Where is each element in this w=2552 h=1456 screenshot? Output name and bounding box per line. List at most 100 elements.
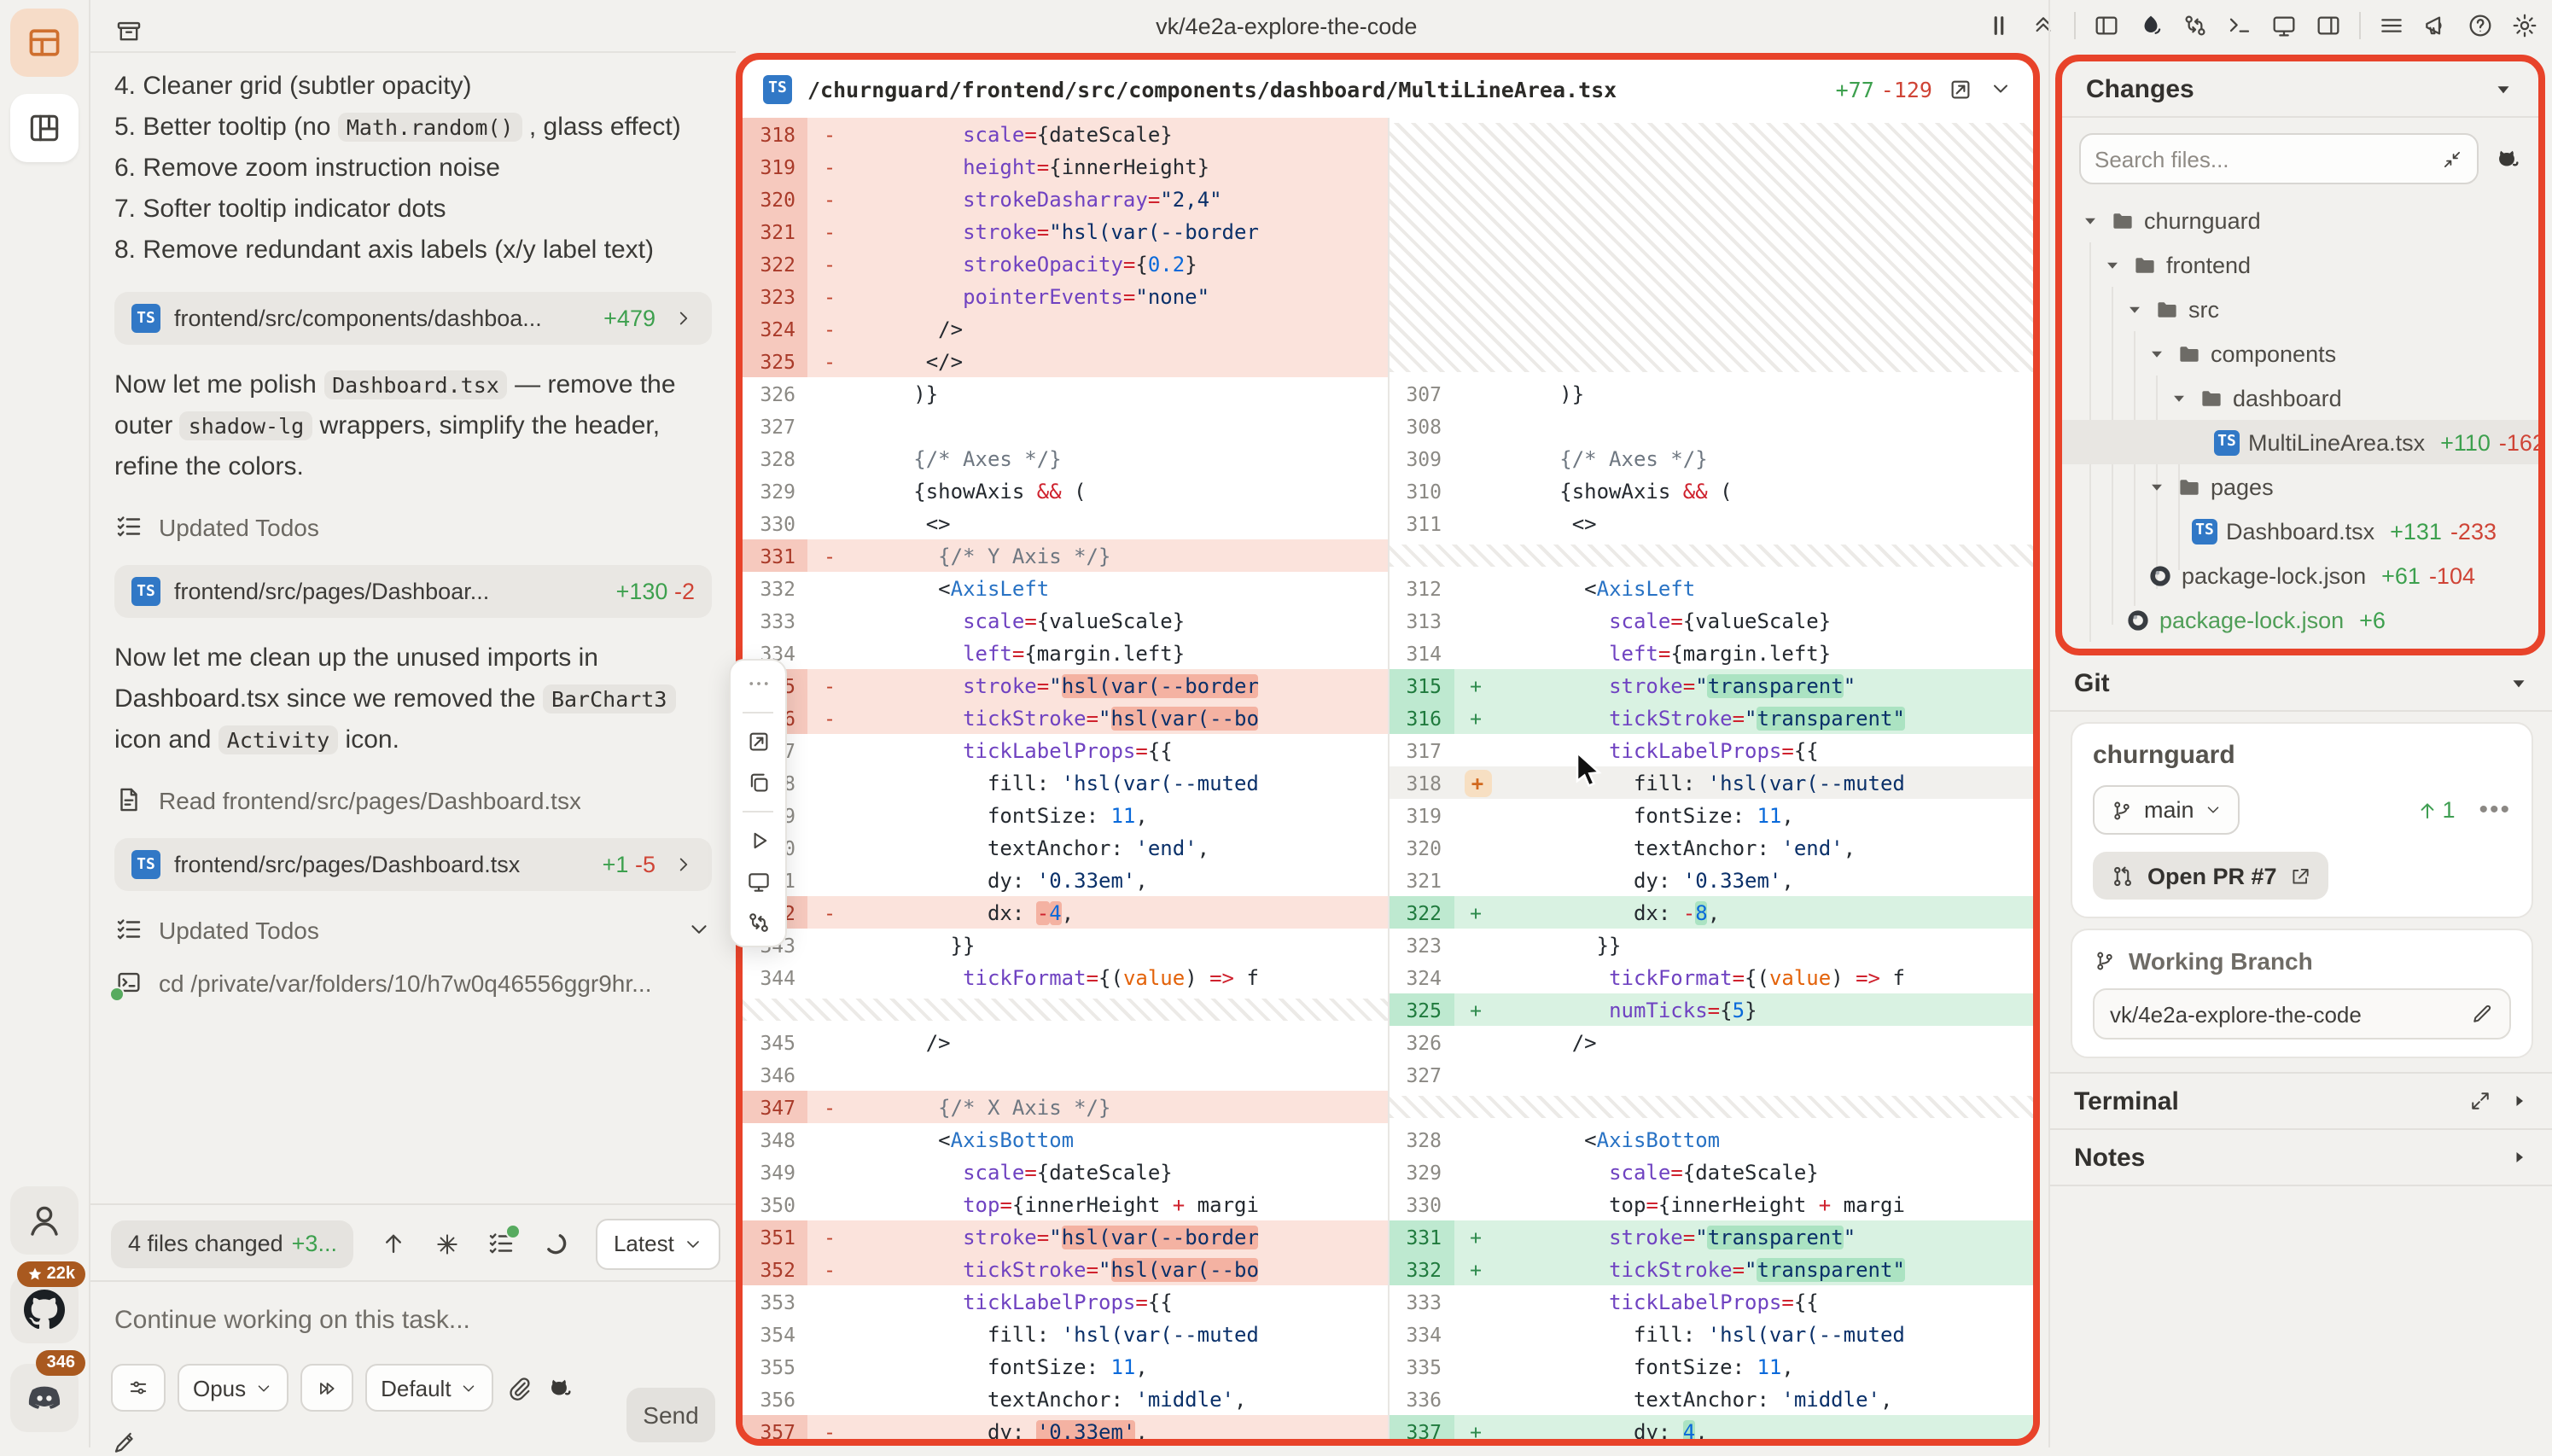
diff-line-346[interactable]: 346 — [743, 1058, 1387, 1091]
diff-line-344[interactable]: 344 tickFormat={(value) => f — [743, 961, 1387, 993]
diff-split-view[interactable]: 318- scale={dateScale}319- height={inner… — [743, 118, 2033, 1439]
diff-line-314[interactable]: 314 left={margin.left} — [1389, 637, 2033, 669]
diff-line-347[interactable]: 347- {/* X Axis */} — [743, 1091, 1387, 1123]
diff-line-329[interactable]: 329 {showAxis && ( — [743, 475, 1387, 507]
highlighter-icon[interactable] — [111, 1429, 138, 1456]
notes-header[interactable]: Notes — [2050, 1130, 2552, 1185]
diff-line-308[interactable]: 308 — [1389, 410, 2033, 442]
diff-line-341[interactable]: 341 dy: '0.33em', — [743, 864, 1387, 896]
diff-line-320[interactable]: 320 textAnchor: 'end', — [1389, 831, 2033, 864]
archive-icon[interactable] — [114, 16, 143, 45]
diff-line-315[interactable]: 315+ stroke="transparent" — [1389, 669, 2033, 702]
play-icon[interactable] — [745, 828, 771, 853]
collapse-tree-icon[interactable] — [2441, 148, 2463, 170]
tool-call-row[interactable]: Read frontend/src/pages/Dashboard.tsx — [114, 785, 712, 814]
attach-icon[interactable] — [506, 1374, 533, 1401]
diff-line-326[interactable]: 326 /> — [1389, 1026, 2033, 1058]
tool-call-row[interactable]: Updated Todos — [114, 512, 712, 541]
diff-line-332[interactable]: 332 <AxisLeft — [743, 572, 1387, 604]
diff-line-317[interactable]: 317 tickLabelProps={{ — [1389, 734, 2033, 766]
tree-item-pages[interactable]: pages — [2062, 464, 2538, 509]
diff-line-352[interactable]: 352- tickStroke="hsl(var(--bo — [743, 1253, 1387, 1285]
rail-item-board-view[interactable] — [10, 94, 79, 162]
diff-line-343[interactable]: 343 }} — [743, 929, 1387, 961]
tree-item-package-lock-json[interactable]: package-lock.json+61-104 — [2062, 553, 2538, 597]
diff-line-327[interactable]: 327 — [743, 410, 1387, 442]
diff-line-336[interactable]: 336 textAnchor: 'middle', — [1389, 1383, 2033, 1415]
diff-line-338[interactable]: 338 fill: 'hsl(var(--muted — [743, 766, 1387, 799]
diff-line-340[interactable]: 340 textAnchor: 'end', — [743, 831, 1387, 864]
diff-line-321[interactable]: 321 dy: '0.33em', — [1389, 864, 2033, 896]
diff-line-318[interactable]: 318- scale={dateScale} — [743, 118, 1387, 150]
tree-item-dashboard-tsx[interactable]: TSDashboard.tsx+131-233 — [2062, 509, 2538, 553]
add-comment-button[interactable]: + — [1464, 769, 1491, 796]
diff-line-312[interactable]: 312 <AxisLeft — [1389, 572, 2033, 604]
file-diff-chip[interactable]: TSfrontend/src/components/dashboa...+479 — [114, 292, 712, 345]
open-in-editor-icon[interactable] — [1948, 76, 1973, 102]
diff-line-318[interactable]: 318+ fill: 'hsl(var(--muted — [1389, 766, 2033, 799]
tool-call-row[interactable]: cd /private/var/folders/10/h7w0q46556ggr… — [114, 968, 712, 997]
diff-line-325[interactable]: 325- </> — [743, 345, 1387, 377]
diff-line-328[interactable]: 328 <AxisBottom — [1389, 1123, 2033, 1156]
fast-forward-button[interactable] — [300, 1364, 353, 1412]
diff-line-330[interactable]: 330 <> — [743, 507, 1387, 539]
diff-line-334[interactable]: 334 fill: 'hsl(var(--muted — [1389, 1318, 2033, 1350]
tree-item-churnguard[interactable]: churnguard — [2062, 198, 2538, 242]
file-search-input[interactable]: Search files... — [2079, 133, 2479, 184]
latest-dropdown[interactable]: Latest — [597, 1218, 720, 1269]
cat-icon[interactable] — [2492, 144, 2521, 173]
diff-line-311[interactable]: 311 <> — [1389, 507, 2033, 539]
monitor-icon[interactable] — [745, 869, 771, 894]
diff-line-324[interactable]: 324 tickFormat={(value) => f — [1389, 961, 2033, 993]
diff-line-333[interactable]: 333 tickLabelProps={{ — [1389, 1285, 2033, 1318]
copy-icon[interactable] — [745, 770, 771, 795]
diff-line-351[interactable]: 351- stroke="hsl(var(--border — [743, 1220, 1387, 1253]
send-button[interactable]: Send — [626, 1388, 715, 1442]
diff-line-337[interactable]: 337+ dy: 4, — [1389, 1415, 2033, 1439]
rail-item-discord[interactable]: 346 — [10, 1364, 79, 1432]
composer-input[interactable]: Continue working on this task... — [90, 1282, 736, 1335]
mode-dropdown[interactable]: Default — [365, 1364, 493, 1412]
diff-line-319[interactable]: 319 fontSize: 11, — [1389, 799, 2033, 831]
diff-line-330[interactable]: 330 top={innerHeight + margi — [1389, 1188, 2033, 1220]
files-changed-chip[interactable]: 4 files changed +3... — [111, 1220, 354, 1267]
chevron-down-icon[interactable] — [1989, 77, 2013, 101]
diff-line-335[interactable]: 335 fontSize: 11, — [1389, 1350, 2033, 1383]
diff-line-319[interactable]: 319- height={innerHeight} — [743, 150, 1387, 183]
diff-line-331[interactable]: 331- {/* Y Axis */} — [743, 539, 1387, 572]
diff-line-335[interactable]: 335- stroke="hsl(var(--border — [743, 669, 1387, 702]
diff-line-354[interactable]: 354 fill: 'hsl(var(--muted — [743, 1318, 1387, 1350]
diff-line-356[interactable]: 356 textAnchor: 'middle', — [743, 1383, 1387, 1415]
composer-settings-button[interactable] — [111, 1364, 166, 1412]
chat-transcript[interactable]: 4. Cleaner grid (subtler opacity)5. Bett… — [90, 56, 736, 1203]
tree-item-multilinearea-tsx[interactable]: TSMultiLineArea.tsx+110-162 — [2062, 420, 2538, 464]
diff-line-336[interactable]: 336- tickStroke="hsl(var(--bo — [743, 702, 1387, 734]
tree-item-src[interactable]: src — [2062, 287, 2538, 331]
tree-item-dashboard[interactable]: dashboard — [2062, 376, 2538, 420]
diff-line-325[interactable]: 325+ numTicks={5} — [1389, 993, 2033, 1026]
floating-toolbar[interactable] — [729, 659, 787, 947]
branch-dropdown[interactable]: main — [2093, 785, 2240, 835]
diff-new-column[interactable]: 307 )}308309 {/* Axes */}310 {showAxis &… — [1389, 118, 2033, 1439]
diff-line-345[interactable]: 345 /> — [743, 1026, 1387, 1058]
rail-item-workspace-active[interactable] — [10, 9, 79, 77]
pause-icon[interactable] — [1985, 12, 2013, 39]
file-diff-chip[interactable]: TSfrontend/src/pages/Dashboard.tsx+1 -5 — [114, 838, 712, 891]
tree-item-components[interactable]: components — [2062, 331, 2538, 376]
diff-line-323[interactable]: 323 }} — [1389, 929, 2033, 961]
diff-line-337[interactable]: 337 tickLabelProps={{ — [743, 734, 1387, 766]
diff-line-327[interactable]: 327 — [1389, 1058, 2033, 1091]
rail-item-account[interactable] — [10, 1186, 79, 1255]
diff-old-column[interactable]: 318- scale={dateScale}319- height={inner… — [743, 118, 1389, 1439]
diff-line-313[interactable]: 313 scale={valueScale} — [1389, 604, 2033, 637]
diff-line-309[interactable]: 309 {/* Axes */} — [1389, 442, 2033, 475]
diff-line-322[interactable]: 322+ dx: -8, — [1389, 896, 2033, 929]
edit-block-icon[interactable] — [745, 729, 771, 754]
diff-line-324[interactable]: 324- /> — [743, 312, 1387, 345]
tree-item-frontend[interactable]: frontend — [2062, 242, 2538, 287]
diff-line-326[interactable]: 326 )} — [743, 377, 1387, 410]
diff-line-357[interactable]: 357- dy: '0.33em', — [743, 1415, 1387, 1439]
diff-line-349[interactable]: 349 scale={dateScale} — [743, 1156, 1387, 1188]
terminal-header[interactable]: Terminal — [2050, 1074, 2552, 1128]
diff-line-320[interactable]: 320- strokeDasharray="2,4" — [743, 183, 1387, 215]
